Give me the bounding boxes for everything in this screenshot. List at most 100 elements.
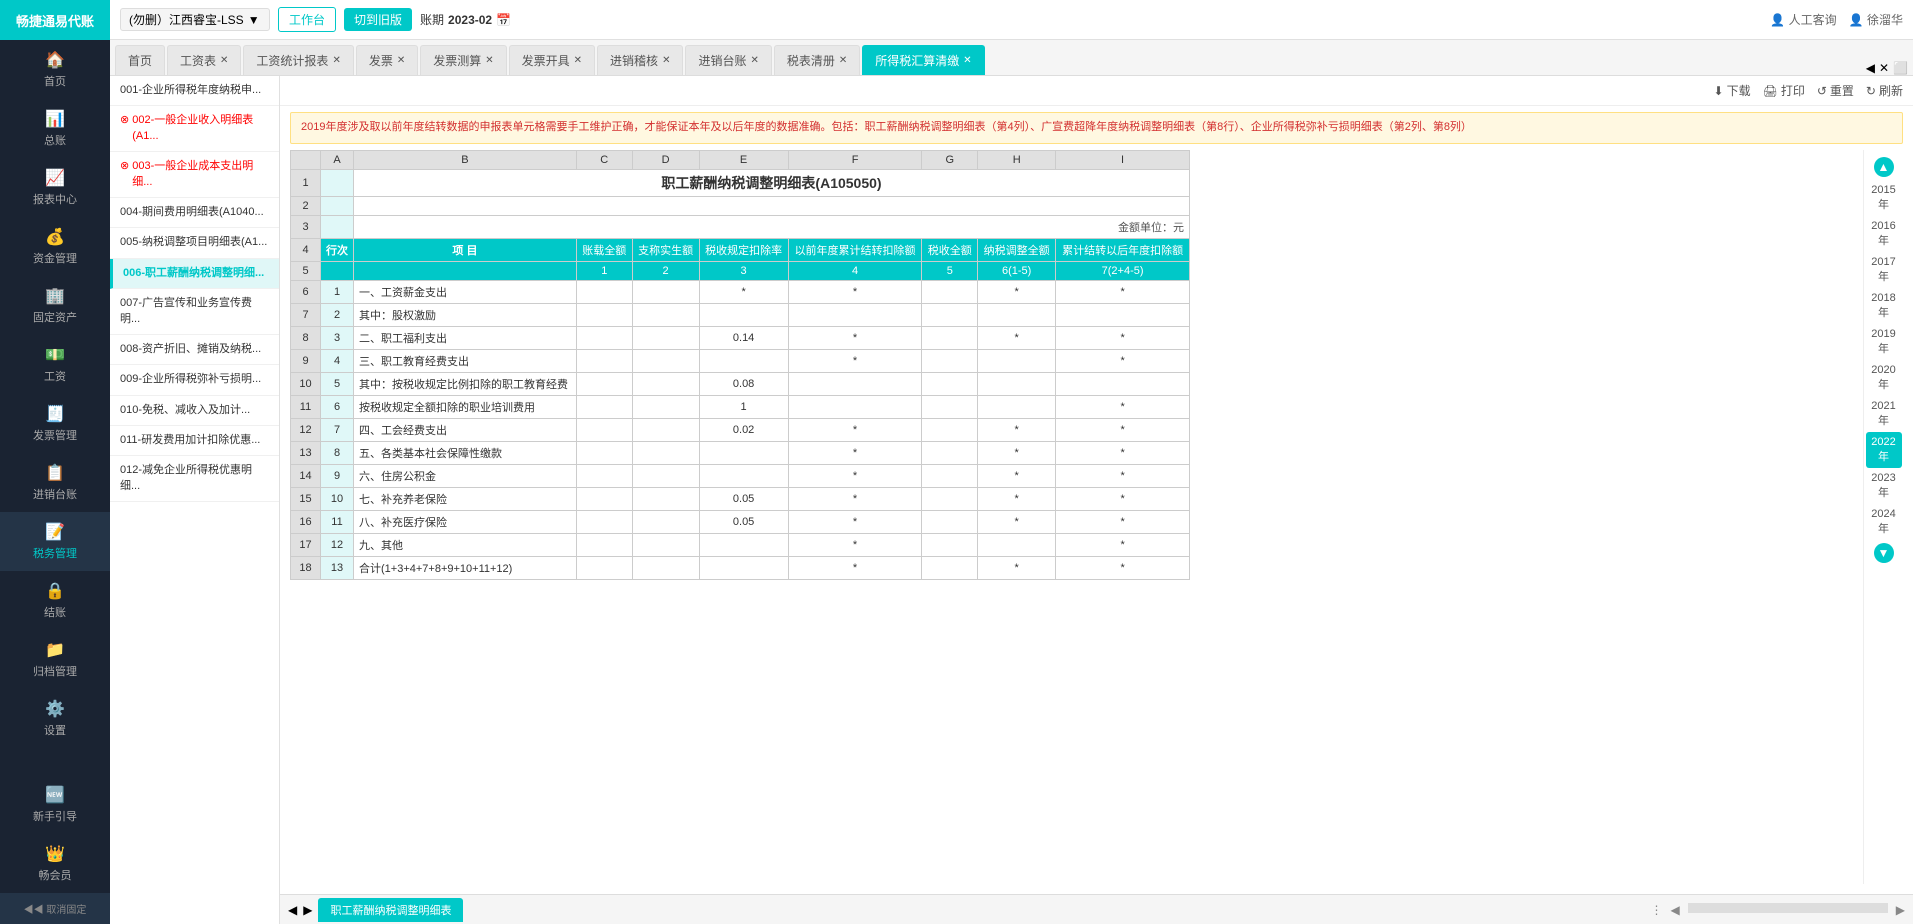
sidebar-item-settings[interactable]: ⚙️ 设置 [0, 689, 110, 748]
tab-close-sales-check[interactable]: ✕ [662, 55, 670, 66]
i-1[interactable]: * [1056, 280, 1190, 303]
item-1[interactable]: 一、工资薪金支出 [354, 280, 577, 303]
year-2018[interactable]: 2018年 [1866, 288, 1902, 324]
year-nav-up[interactable]: ▲ [1874, 157, 1894, 177]
sidebar-item-reports[interactable]: 📈 报表中心 [0, 158, 110, 217]
tab-tax-settlement[interactable]: 所得税汇算清缴 ✕ [862, 45, 984, 75]
list-item-001[interactable]: 001-企业所得税年度纳税申... [110, 76, 279, 106]
list-item-003[interactable]: ⊗ 003-一般企业成本支出明细... [110, 152, 279, 198]
list-item-008[interactable]: 008-资产折旧、摊销及纳税... [110, 335, 279, 365]
company-selector[interactable]: (勿删）江西睿宝-LSS ▼ [120, 8, 270, 31]
print-btn[interactable]: 🖨 打印 [1763, 82, 1805, 99]
tab-scroll-left[interactable]: ◀ [1866, 61, 1875, 75]
tab-salary-stats[interactable]: 工资统计报表 ✕ [243, 45, 353, 75]
year-2021[interactable]: 2021年 [1866, 396, 1902, 432]
year-2017[interactable]: 2017年 [1866, 252, 1902, 288]
download-btn[interactable]: ⬇ 下载 [1714, 82, 1751, 99]
item-11[interactable]: 八、补充医疗保险 [354, 510, 577, 533]
item-5[interactable]: 其中：按税收规定比例扣除的职工教育经费 [354, 372, 577, 395]
user-info[interactable]: 👤 徐溜华 [1849, 11, 1903, 28]
item-6[interactable]: 按税收规定全额扣除的职业培训费用 [354, 395, 577, 418]
item-2[interactable]: 其中：股权激励 [354, 303, 577, 326]
c-1[interactable] [576, 280, 632, 303]
item-9[interactable]: 六、住房公积金 [354, 464, 577, 487]
sheet-prev-btn[interactable]: ◀ [288, 903, 297, 917]
item-3[interactable]: 二、职工福利支出 [354, 326, 577, 349]
tab-close-salary[interactable]: ✕ [220, 55, 228, 66]
tab-invoice[interactable]: 发票 ✕ [356, 45, 418, 75]
tab-invoice-issue[interactable]: 发票开具 ✕ [509, 45, 595, 75]
refresh-btn[interactable]: ↻ 刷新 [1866, 82, 1903, 99]
workbench-btn[interactable]: 工作台 [278, 7, 336, 32]
h-1[interactable]: * [978, 280, 1056, 303]
tab-tax-table[interactable]: 税表清册 ✕ [774, 45, 860, 75]
item-7[interactable]: 四、工会经费支出 [354, 418, 577, 441]
year-2022[interactable]: 2022年 [1866, 432, 1902, 468]
tab-maximize[interactable]: ⬜ [1893, 61, 1908, 75]
tab-close-invoice-issue[interactable]: ✕ [574, 55, 582, 66]
tab-sales-check[interactable]: 进销稽核 ✕ [597, 45, 683, 75]
year-2024[interactable]: 2024年 [1866, 504, 1902, 540]
year-2019[interactable]: 2019年 [1866, 324, 1902, 360]
tab-close-all[interactable]: ✕ [1879, 61, 1889, 75]
year-2016[interactable]: 2016年 [1866, 216, 1902, 252]
sidebar-item-guide[interactable]: 🆕 新手引导 [0, 775, 110, 834]
item-4[interactable]: 三、职工教育经费支出 [354, 349, 577, 372]
seq-1[interactable]: 1 [321, 280, 354, 303]
sidebar-item-member[interactable]: 👑 畅会员 [0, 834, 110, 893]
g-1[interactable] [922, 280, 978, 303]
sidebar-item-sales-ledger[interactable]: 📋 进销台账 [0, 453, 110, 512]
list-item-004[interactable]: 004-期间费用明细表(A1040... [110, 198, 279, 228]
sheet-nav-bar[interactable] [1688, 903, 1888, 913]
tab-close-tax-table[interactable]: ✕ [839, 55, 847, 66]
sidebar-item-general[interactable]: 📊 总账 [0, 99, 110, 158]
d-1[interactable] [632, 280, 699, 303]
list-item-010[interactable]: 010-免税、减收入及加计... [110, 396, 279, 426]
sheet-options-icon[interactable]: ⋮ [1651, 903, 1663, 917]
sidebar-item-home[interactable]: 🏠 首页 [0, 40, 110, 99]
sidebar-item-fixed-assets[interactable]: 🏢 固定资产 [0, 276, 110, 335]
item-13[interactable]: 合计(1+3+4+7+8+9+10+11+12) [354, 556, 577, 579]
tab-close-sales-ledger[interactable]: ✕ [750, 55, 758, 66]
year-2020[interactable]: 2020年 [1866, 360, 1902, 396]
sheet-scroll-right[interactable]: ◀ [1671, 903, 1680, 917]
sidebar-item-tax-mgmt[interactable]: 📝 税务管理 [0, 512, 110, 571]
sidebar-item-invoice[interactable]: 🧾 发票管理 [0, 394, 110, 453]
year-2023[interactable]: 2023年 [1866, 468, 1902, 504]
list-item-002[interactable]: ⊗ 002-一般企业收入明细表(A1... [110, 106, 279, 152]
sheet-scroll-end[interactable]: ▶ [1896, 903, 1905, 917]
list-item-009[interactable]: 009-企业所得税弥补亏损明... [110, 365, 279, 395]
item-10[interactable]: 七、补充养老保险 [354, 487, 577, 510]
sidebar-collapse-btn[interactable]: ◀◀ 取消固定 [0, 893, 110, 924]
list-item-012[interactable]: 012-减免企业所得税优惠明细... [110, 456, 279, 502]
sidebar-item-salary[interactable]: 💵 工资 [0, 335, 110, 394]
year-2015[interactable]: 2015年 [1866, 180, 1902, 216]
list-item-011[interactable]: 011-研发费用加计扣除优惠... [110, 426, 279, 456]
switch-old-btn[interactable]: 切到旧版 [344, 8, 412, 31]
sheet-next-btn[interactable]: ▶ [303, 903, 312, 917]
company-dropdown-icon[interactable]: ▼ [248, 13, 260, 27]
item-12[interactable]: 九、其他 [354, 533, 577, 556]
spreadsheet[interactable]: A B C D E F G H I [290, 150, 1863, 884]
e-1[interactable]: * [699, 280, 788, 303]
list-item-005[interactable]: 005-纳税调整项目明细表(A1... [110, 228, 279, 258]
list-item-006[interactable]: 006-职工薪酬纳税调整明细... [110, 259, 279, 289]
sidebar-item-close[interactable]: 🔒 结账 [0, 571, 110, 630]
tab-home[interactable]: 首页 [115, 45, 165, 75]
sidebar-item-archive[interactable]: 📁 归档管理 [0, 630, 110, 689]
f-1[interactable]: * [788, 280, 922, 303]
tab-sales-ledger[interactable]: 进销台账 ✕ [685, 45, 771, 75]
sheet-tab-main[interactable]: 职工薪酬纳税调整明细表 [318, 898, 463, 922]
tab-close-invoice-calc[interactable]: ✕ [485, 55, 493, 66]
list-item-007[interactable]: 007-广告宣传和业务宣传费明... [110, 289, 279, 335]
tab-close-invoice[interactable]: ✕ [397, 55, 405, 66]
tab-invoice-calc[interactable]: 发票测算 ✕ [420, 45, 506, 75]
tab-salary-table[interactable]: 工资表 ✕ [167, 45, 241, 75]
tab-close-tax-settlement[interactable]: ✕ [963, 55, 971, 66]
year-nav-down[interactable]: ▼ [1874, 543, 1894, 563]
tab-close-salary-stats[interactable]: ✕ [332, 55, 340, 66]
reset-btn[interactable]: ↺ 重置 [1817, 82, 1854, 99]
calendar-icon[interactable]: 📅 [496, 13, 511, 27]
support-btn[interactable]: 👤 人工客询 [1770, 11, 1836, 28]
sidebar-item-assets-mgmt[interactable]: 💰 资金管理 [0, 217, 110, 276]
